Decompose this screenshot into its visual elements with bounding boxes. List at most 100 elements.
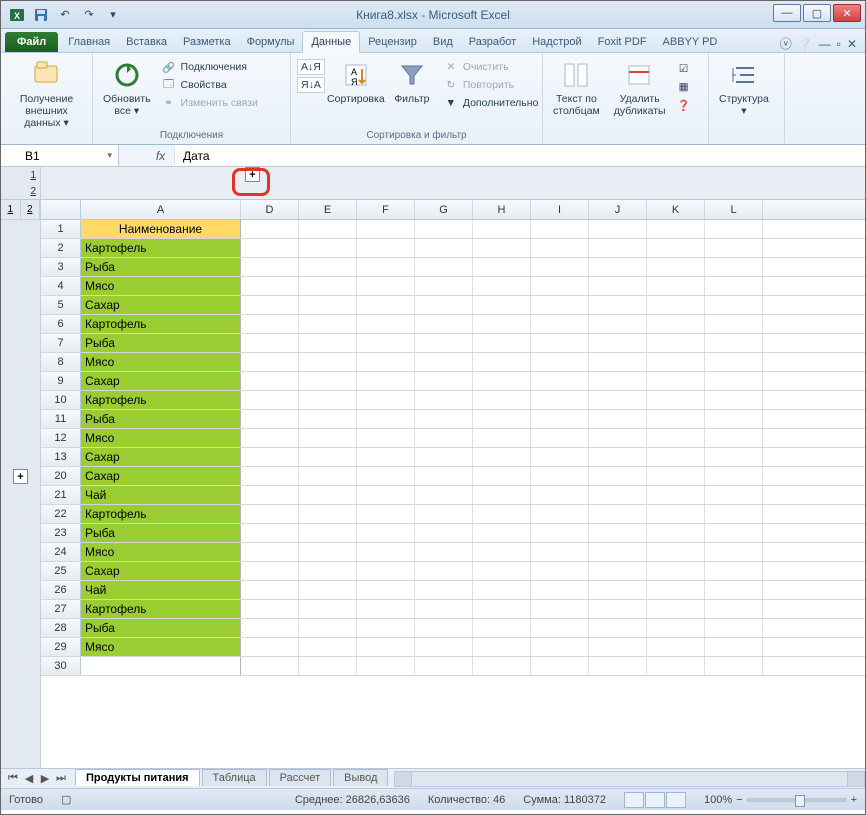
cell[interactable] — [473, 410, 531, 428]
cell[interactable] — [241, 486, 299, 504]
row-header[interactable]: 10 — [41, 391, 81, 409]
cell[interactable] — [705, 619, 763, 637]
cell[interactable] — [647, 505, 705, 523]
cell[interactable] — [473, 429, 531, 447]
view-buttons[interactable] — [624, 792, 686, 808]
cell[interactable] — [415, 638, 473, 656]
row-outline-level-1[interactable]: 1 — [1, 200, 21, 219]
cell[interactable] — [705, 600, 763, 618]
cell-A[interactable]: Картофель — [81, 505, 241, 523]
cell[interactable] — [415, 524, 473, 542]
zoom-level[interactable]: 100% — [704, 794, 732, 806]
cell-A[interactable]: Сахар — [81, 372, 241, 390]
properties-button[interactable]: 🗔Свойства — [161, 77, 258, 93]
cell[interactable] — [473, 258, 531, 276]
cell[interactable] — [241, 524, 299, 542]
cell[interactable] — [647, 657, 705, 675]
cell[interactable] — [531, 296, 589, 314]
cell-A[interactable]: Мясо — [81, 543, 241, 561]
cell[interactable] — [589, 638, 647, 656]
cell[interactable] — [299, 296, 357, 314]
col-header-E[interactable]: E — [299, 200, 357, 219]
cell[interactable] — [473, 277, 531, 295]
cell[interactable] — [299, 391, 357, 409]
cell[interactable] — [357, 429, 415, 447]
cell[interactable] — [647, 619, 705, 637]
cell[interactable] — [705, 334, 763, 352]
row-header[interactable]: 11 — [41, 410, 81, 428]
cell[interactable] — [531, 505, 589, 523]
cell-A[interactable]: Мясо — [81, 638, 241, 656]
cell[interactable] — [241, 239, 299, 257]
cell[interactable] — [589, 296, 647, 314]
cell-A[interactable]: Рыба — [81, 619, 241, 637]
cell[interactable] — [589, 258, 647, 276]
cell[interactable] — [357, 467, 415, 485]
cell[interactable] — [589, 467, 647, 485]
cell[interactable] — [473, 657, 531, 675]
cell[interactable] — [531, 372, 589, 390]
zoom-in-icon[interactable]: + — [851, 794, 857, 806]
tab-nav-first-icon[interactable]: ⏮ — [5, 772, 21, 785]
cell-A[interactable]: Картофель — [81, 600, 241, 618]
data-validation-icon[interactable]: ☑ — [676, 61, 692, 77]
cell[interactable] — [415, 334, 473, 352]
cell[interactable] — [357, 581, 415, 599]
cell[interactable] — [357, 239, 415, 257]
tab-addins[interactable]: Надстрой — [524, 32, 589, 52]
cell[interactable] — [299, 410, 357, 428]
cell[interactable] — [531, 334, 589, 352]
cell[interactable] — [357, 258, 415, 276]
row-header[interactable]: 26 — [41, 581, 81, 599]
cell[interactable] — [357, 638, 415, 656]
cell[interactable] — [473, 239, 531, 257]
horizontal-scrollbar[interactable] — [394, 771, 865, 787]
cell[interactable] — [241, 429, 299, 447]
cell[interactable] — [415, 448, 473, 466]
col-header-F[interactable]: F — [357, 200, 415, 219]
cell[interactable] — [299, 600, 357, 618]
name-box[interactable]: B1 — [1, 145, 119, 166]
cell[interactable] — [647, 524, 705, 542]
cell[interactable] — [357, 220, 415, 238]
cell[interactable] — [299, 334, 357, 352]
cell[interactable] — [357, 505, 415, 523]
cell[interactable] — [415, 657, 473, 675]
cell[interactable] — [705, 277, 763, 295]
formula-input[interactable]: Дата — [175, 145, 865, 166]
row-header[interactable]: 29 — [41, 638, 81, 656]
cell[interactable] — [473, 391, 531, 409]
cell[interactable] — [589, 277, 647, 295]
select-all-corner[interactable] — [41, 200, 81, 219]
cell[interactable] — [705, 220, 763, 238]
save-icon[interactable] — [31, 5, 51, 25]
cell[interactable] — [531, 353, 589, 371]
row-header[interactable]: 21 — [41, 486, 81, 504]
cell[interactable] — [705, 372, 763, 390]
col-header-H[interactable]: H — [473, 200, 531, 219]
cell[interactable] — [589, 448, 647, 466]
cell[interactable] — [531, 315, 589, 333]
sheet-tab-1[interactable]: Таблица — [202, 769, 267, 786]
cell[interactable] — [357, 600, 415, 618]
cell[interactable] — [589, 600, 647, 618]
whatif-icon[interactable]: ❓ — [676, 97, 692, 113]
cell[interactable] — [647, 239, 705, 257]
doc-close-icon[interactable]: ✕ — [847, 37, 857, 51]
tab-data[interactable]: Данные — [302, 31, 360, 53]
cell[interactable] — [357, 410, 415, 428]
cell[interactable] — [473, 524, 531, 542]
cell[interactable] — [647, 600, 705, 618]
cell[interactable] — [531, 562, 589, 580]
cell[interactable] — [299, 543, 357, 561]
macro-record-icon[interactable]: ▢ — [61, 793, 71, 806]
cell[interactable] — [589, 657, 647, 675]
cell[interactable] — [647, 410, 705, 428]
advanced-filter-button[interactable]: ▼Дополнительно — [443, 95, 539, 111]
fx-icon[interactable]: fx — [147, 149, 175, 163]
tab-nav-last-icon[interactable]: ⏭ — [53, 772, 69, 785]
tab-view[interactable]: Вид — [425, 32, 461, 52]
cell[interactable] — [357, 372, 415, 390]
cell[interactable] — [647, 334, 705, 352]
cell[interactable] — [473, 220, 531, 238]
